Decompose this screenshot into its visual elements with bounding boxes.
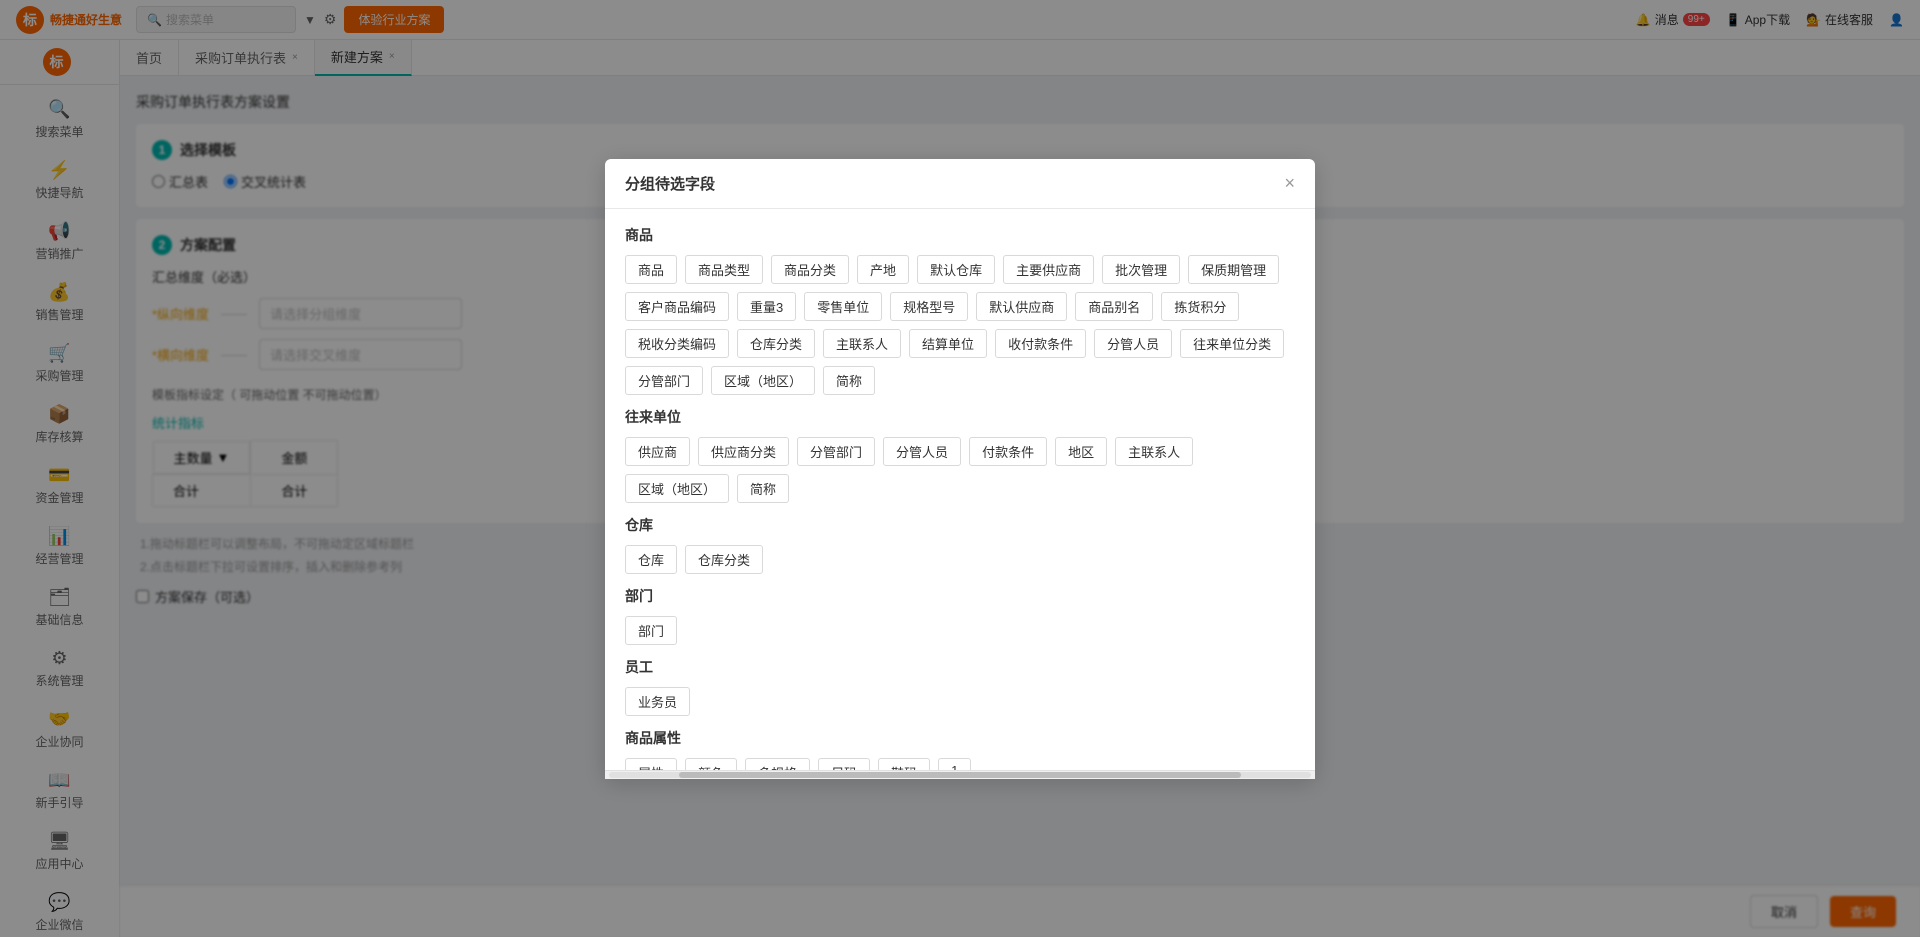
field-tag[interactable]: 业务员 <box>625 687 690 716</box>
field-tag[interactable]: 供应商 <box>625 437 690 466</box>
modal-hscrollbar[interactable] <box>605 770 1315 779</box>
section-title-goods: 商品 <box>625 225 1295 245</box>
field-tag[interactable]: 零售单位 <box>804 292 882 321</box>
field-tag[interactable]: 尺码 <box>818 758 870 770</box>
field-tags-department: 部门 <box>625 616 1295 645</box>
field-tag[interactable]: 拣货积分 <box>1161 292 1239 321</box>
field-tags-warehouse: 仓库 仓库分类 <box>625 545 1295 574</box>
field-tag[interactable]: 商品别名 <box>1075 292 1153 321</box>
hscroll-thumb <box>679 772 1241 778</box>
field-tag[interactable]: 主要供应商 <box>1003 255 1094 284</box>
field-tag[interactable]: 简称 <box>737 474 789 503</box>
field-tag[interactable]: 部门 <box>625 616 677 645</box>
modal-close-btn[interactable]: × <box>1284 173 1295 194</box>
field-tag[interactable]: 仓库分类 <box>737 329 815 358</box>
field-select-modal: 分组待选字段 × 商品 商品 商品类型 商品分类 产地 默认仓库 主要供应商 批… <box>605 159 1315 779</box>
field-tag[interactable]: 客户商品编码 <box>625 292 729 321</box>
field-tag[interactable]: 结算单位 <box>909 329 987 358</box>
field-tag[interactable]: 主联系人 <box>1115 437 1193 466</box>
field-tag[interactable]: 简称 <box>823 366 875 395</box>
field-tag[interactable]: 地区 <box>1055 437 1107 466</box>
field-tag[interactable]: 收付款条件 <box>995 329 1086 358</box>
section-title-department: 部门 <box>625 586 1295 606</box>
hscroll-track <box>609 772 1311 778</box>
field-tag[interactable]: 保质期管理 <box>1188 255 1279 284</box>
field-tag[interactable]: 属性 <box>625 758 677 770</box>
field-tag[interactable]: 1 <box>938 758 971 770</box>
field-tag[interactable]: 分管部门 <box>625 366 703 395</box>
section-title-partner: 往来单位 <box>625 407 1295 427</box>
field-tag[interactable]: 区域（地区） <box>625 474 729 503</box>
field-tags-partner: 供应商 供应商分类 分管部门 分管人员 付款条件 地区 主联系人 区域（地区） … <box>625 437 1295 503</box>
modal-body[interactable]: 商品 商品 商品类型 商品分类 产地 默认仓库 主要供应商 批次管理 保质期管理… <box>605 209 1315 770</box>
field-tag[interactable]: 分管人员 <box>883 437 961 466</box>
field-tag[interactable]: 鞋码 <box>878 758 930 770</box>
section-title-employee: 员工 <box>625 657 1295 677</box>
modal-header: 分组待选字段 × <box>605 159 1315 209</box>
field-tag[interactable]: 多规格 <box>745 758 810 770</box>
section-title-product-attr: 商品属性 <box>625 728 1295 748</box>
modal-overlay[interactable]: 分组待选字段 × 商品 商品 商品类型 商品分类 产地 默认仓库 主要供应商 批… <box>0 0 1920 937</box>
field-tag[interactable]: 税收分类编码 <box>625 329 729 358</box>
field-tag[interactable]: 区域（地区） <box>711 366 815 395</box>
field-tag[interactable]: 默认仓库 <box>917 255 995 284</box>
modal-title: 分组待选字段 <box>625 173 715 194</box>
field-tag[interactable]: 默认供应商 <box>976 292 1067 321</box>
field-tag[interactable]: 分管部门 <box>797 437 875 466</box>
field-tags-goods: 商品 商品类型 商品分类 产地 默认仓库 主要供应商 批次管理 保质期管理 客户… <box>625 255 1295 395</box>
field-tag[interactable]: 颜色 <box>685 758 737 770</box>
field-tag[interactable]: 批次管理 <box>1102 255 1180 284</box>
field-tag[interactable]: 规格型号 <box>890 292 968 321</box>
field-tag[interactable]: 仓库分类 <box>685 545 763 574</box>
field-tag[interactable]: 重量3 <box>737 292 796 321</box>
field-tag[interactable]: 商品类型 <box>685 255 763 284</box>
field-tag[interactable]: 仓库 <box>625 545 677 574</box>
field-tag[interactable]: 往来单位分类 <box>1180 329 1284 358</box>
section-title-warehouse: 仓库 <box>625 515 1295 535</box>
field-tags-product-attr: 属性 颜色 多规格 尺码 鞋码 1 <box>625 758 1295 770</box>
field-tag[interactable]: 产地 <box>857 255 909 284</box>
field-tag[interactable]: 主联系人 <box>823 329 901 358</box>
field-tag[interactable]: 供应商分类 <box>698 437 789 466</box>
field-tag[interactable]: 付款条件 <box>969 437 1047 466</box>
field-tag[interactable]: 商品分类 <box>771 255 849 284</box>
field-tags-employee: 业务员 <box>625 687 1295 716</box>
field-tag[interactable]: 分管人员 <box>1094 329 1172 358</box>
field-tag[interactable]: 商品 <box>625 255 677 284</box>
